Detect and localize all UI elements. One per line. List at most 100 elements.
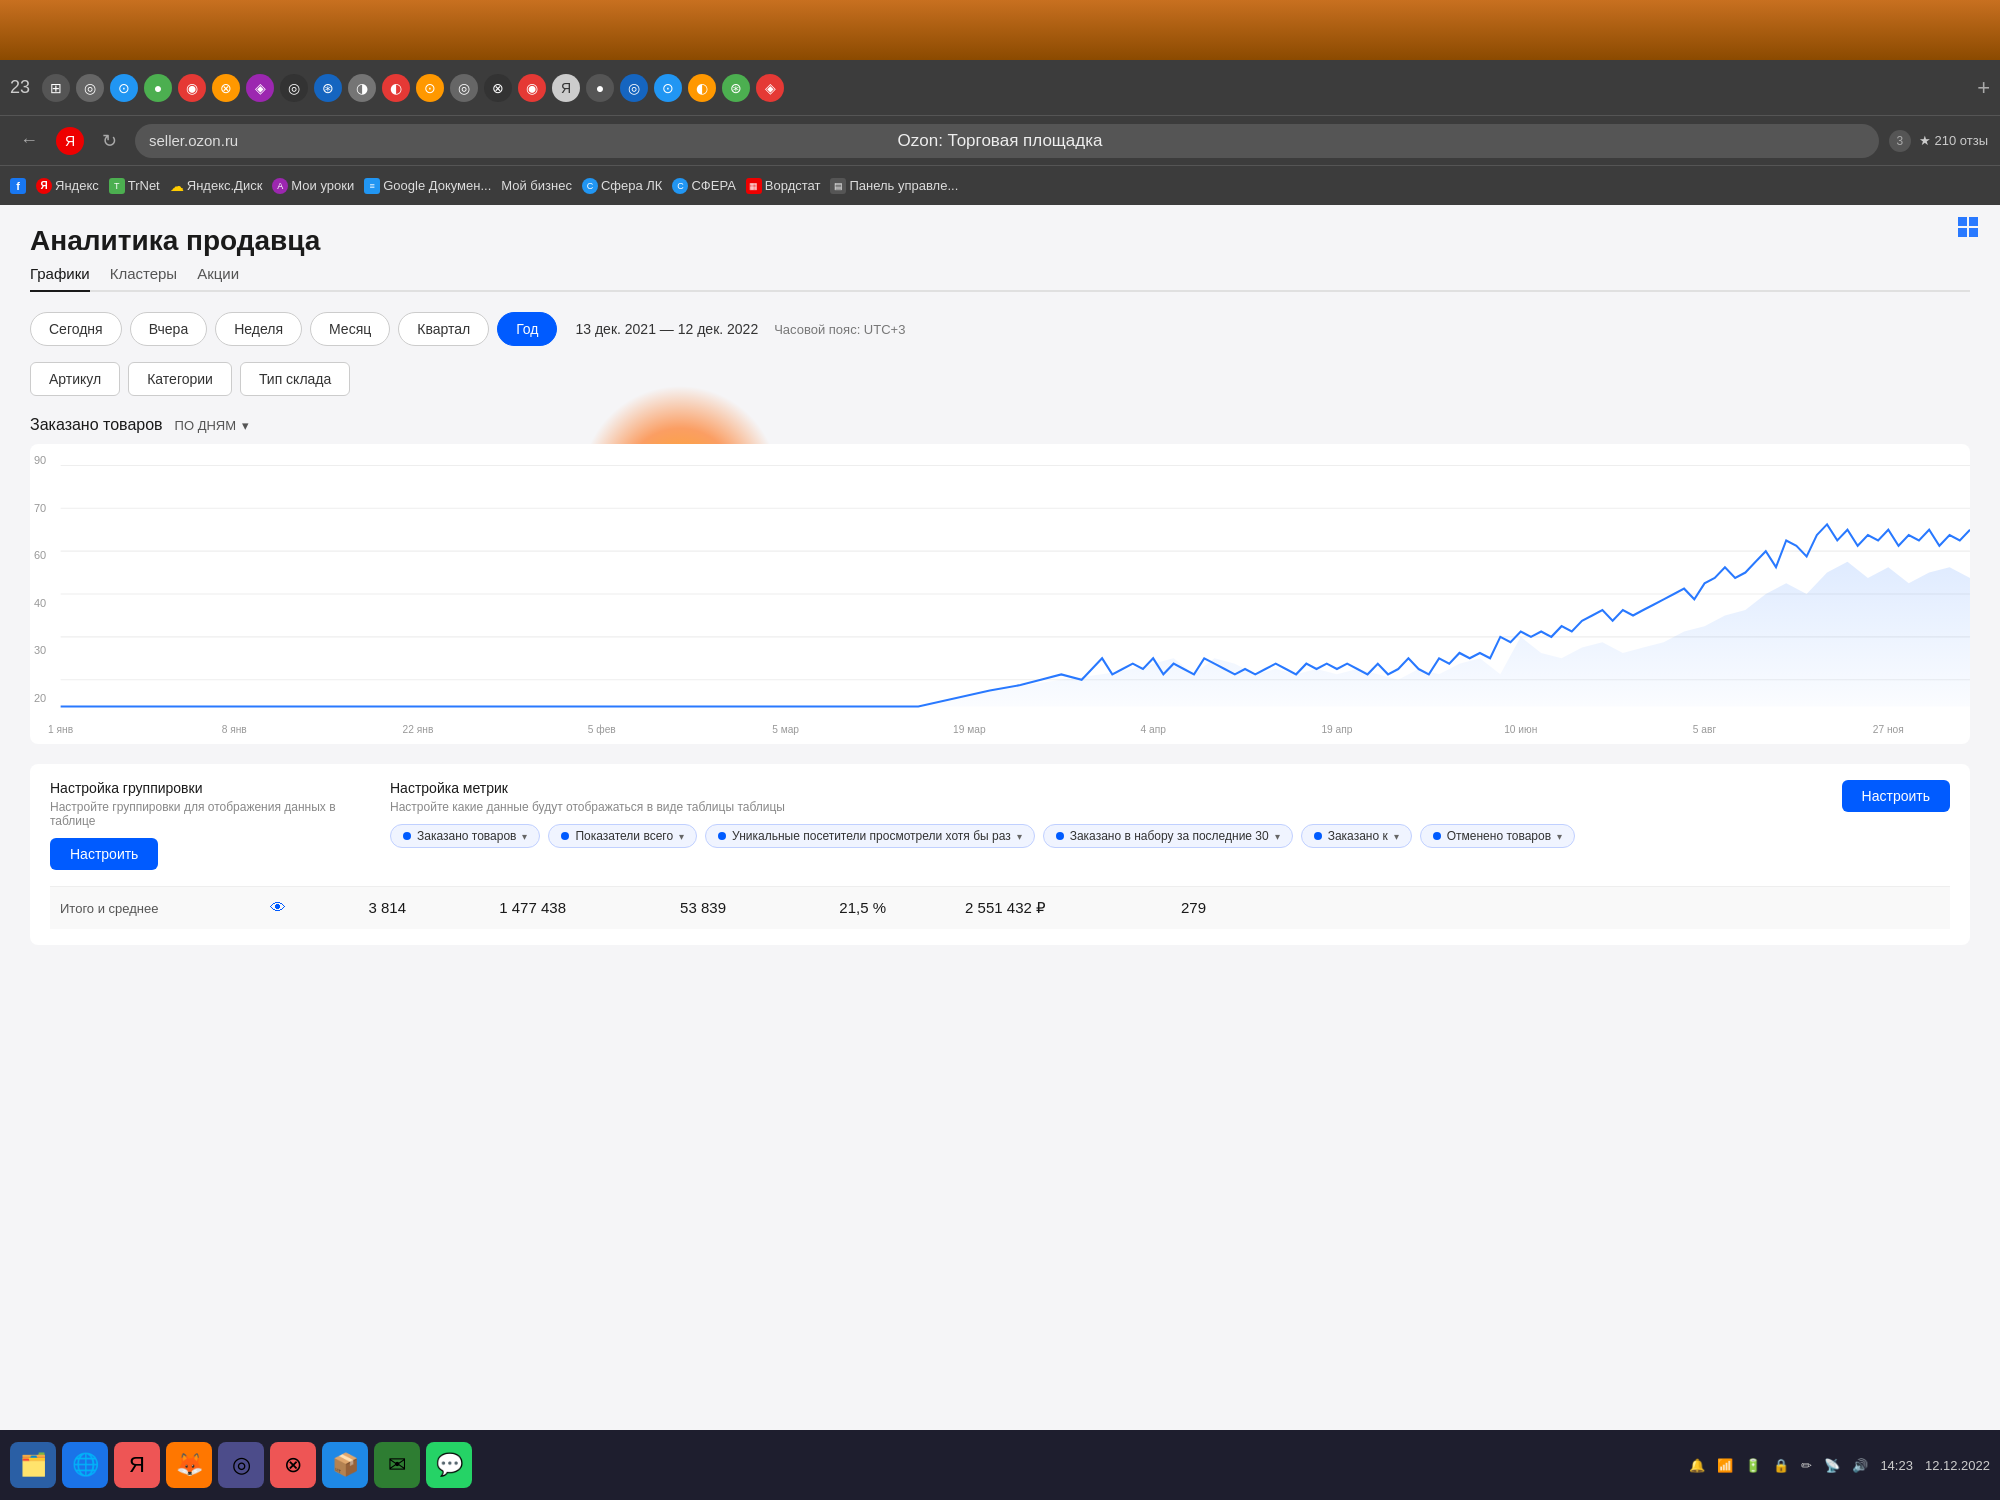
filter-quarter[interactable]: Квартал xyxy=(398,312,489,346)
bookmark-mylessons-label: Мои уроки xyxy=(291,178,354,193)
taskbar-app2[interactable]: ✉ xyxy=(374,1442,420,1488)
metric-chip-views[interactable]: Показатели всего ▾ xyxy=(548,824,697,848)
chip-arrow-3: ▾ xyxy=(1017,831,1022,842)
tab-icon-15[interactable]: ● xyxy=(586,74,614,102)
tab-icon-8[interactable]: ⊛ xyxy=(314,74,342,102)
tab-icon-13[interactable]: ⊗ xyxy=(484,74,512,102)
taskbar-yandex[interactable]: Я xyxy=(114,1442,160,1488)
taskbar-whatsapp[interactable]: 💬 xyxy=(426,1442,472,1488)
tab-clusters[interactable]: Кластеры xyxy=(110,265,178,290)
tab-icon-7[interactable]: ◎ xyxy=(280,74,308,102)
filter-categories[interactable]: Категории xyxy=(128,362,232,396)
taskbar-files[interactable]: 🗂️ xyxy=(10,1442,56,1488)
tab-icon-yandex[interactable]: Я xyxy=(552,74,580,102)
taskbar-firefox[interactable]: 🦊 xyxy=(166,1442,212,1488)
bookmark-sfera[interactable]: С СФЕРА xyxy=(672,178,735,194)
filter-year[interactable]: Год xyxy=(497,312,557,346)
period-chevron: ▾ xyxy=(242,418,249,433)
metrics-desc: Настройте какие данные будут отображатьс… xyxy=(390,800,1822,814)
tab-icon-10[interactable]: ◐ xyxy=(382,74,410,102)
tab-icon-17[interactable]: ⊙ xyxy=(654,74,682,102)
reviews-text: ★ 210 отзы xyxy=(1919,133,1988,148)
y-label-30: 30 xyxy=(34,644,46,656)
filter-article[interactable]: Артикул xyxy=(30,362,120,396)
taskbar-security-icon: 🔒 xyxy=(1773,1458,1789,1473)
browser-wrapper: 23 ⊞ ◎ ⊙ ● ◉ ⊗ ◈ ◎ ⊛ ◑ ◐ ⊙ ◎ ⊗ ◉ Я ● ◎ ⊙… xyxy=(0,60,2000,1430)
tab-icon-18[interactable]: ◐ xyxy=(688,74,716,102)
summary-label: Итого и среднее xyxy=(60,901,260,916)
metric-chip-revenue[interactable]: Заказано к ▾ xyxy=(1301,824,1412,848)
bookmark-trnet-label: TrNet xyxy=(128,178,160,193)
refresh-button[interactable]: ↻ xyxy=(94,126,125,156)
grouping-title: Настройка группировки xyxy=(50,780,370,796)
tab-icon-16[interactable]: ◎ xyxy=(620,74,648,102)
tab-icon-2[interactable]: ⊙ xyxy=(110,74,138,102)
tab-icon-12[interactable]: ◎ xyxy=(450,74,478,102)
tab-icon-19[interactable]: ⊛ xyxy=(722,74,750,102)
bookmark-panel[interactable]: ▤ Панель управле... xyxy=(830,178,958,194)
taskbar-browser2[interactable]: ◎ xyxy=(218,1442,264,1488)
tab-icon-14[interactable]: ◉ xyxy=(518,74,546,102)
filter-today[interactable]: Сегодня xyxy=(30,312,122,346)
svg-text:5 мар: 5 мар xyxy=(772,724,799,735)
tab-icon-5[interactable]: ⊗ xyxy=(212,74,240,102)
metric-chip-ordered[interactable]: Заказано товаров ▾ xyxy=(390,824,540,848)
tab-icon-1[interactable]: ◎ xyxy=(76,74,104,102)
mylessons-icon: А xyxy=(272,178,288,194)
metrics-settings: Настройка метрик Настройте какие данные … xyxy=(390,780,1822,848)
filter-week[interactable]: Неделя xyxy=(215,312,302,346)
tab-icon-3[interactable]: ● xyxy=(144,74,172,102)
taskbar-edit-icon: ✏ xyxy=(1801,1458,1812,1473)
camera-bar xyxy=(0,0,2000,60)
bookmark-facebook[interactable]: f xyxy=(10,178,26,194)
metric-chip-cart[interactable]: Заказано в набору за последние 30 ▾ xyxy=(1043,824,1293,848)
tab-count: 23 xyxy=(10,77,30,98)
grouping-configure-btn[interactable]: Настроить xyxy=(50,838,158,870)
bookmark-trnet[interactable]: T TrNet xyxy=(109,178,160,194)
main-content: Аналитика продавца Графики Кластеры Акци… xyxy=(0,205,2000,1430)
layout-toggle-icon[interactable] xyxy=(1956,215,1980,243)
tab-icon-11[interactable]: ⊙ xyxy=(416,74,444,102)
tab-icon-9[interactable]: ◑ xyxy=(348,74,376,102)
grouping-settings: Настройка группировки Настройте группиро… xyxy=(50,780,370,870)
metric-chip-cancelled[interactable]: Отменено товаров ▾ xyxy=(1420,824,1575,848)
filter-warehouse-type[interactable]: Тип склада xyxy=(240,362,350,396)
taskbar-opera[interactable]: ⊗ xyxy=(270,1442,316,1488)
bookmark-spheralk[interactable]: С Сфера ЛК xyxy=(582,178,663,194)
chart-title: Заказано товаров xyxy=(30,416,163,434)
gdocs-icon: ≡ xyxy=(364,178,380,194)
svg-text:27 ноя: 27 ноя xyxy=(1873,724,1904,735)
bookmark-wordstat-label: Вордстат xyxy=(765,178,821,193)
bookmark-mybiz[interactable]: Мой бизнес xyxy=(501,178,572,193)
back-button[interactable]: ← xyxy=(12,126,46,155)
wordstat-icon: ▦ xyxy=(746,178,762,194)
y-axis: 90 70 60 40 30 20 xyxy=(30,444,50,714)
svg-text:10 июн: 10 июн xyxy=(1504,724,1537,735)
taskbar-chrome[interactable]: 🌐 xyxy=(62,1442,108,1488)
tab-icon-4[interactable]: ◉ xyxy=(178,74,206,102)
nav-tabs: Графики Кластеры Акции xyxy=(30,265,1970,292)
tab-icon-6[interactable]: ◈ xyxy=(246,74,274,102)
tab-promotions[interactable]: Акции xyxy=(197,265,239,290)
bookmark-gdocs[interactable]: ≡ Google Докумен... xyxy=(364,178,491,194)
metric-chip-visitors[interactable]: Уникальные посетители просмотрели хотя б… xyxy=(705,824,1035,848)
timezone-label: Часовой пояс: UTC+3 xyxy=(774,322,905,337)
tab-graphs[interactable]: Графики xyxy=(30,265,90,290)
chart-section: Заказано товаров ПО ДНЯМ ▾ 90 70 60 40 3… xyxy=(30,416,1970,744)
summary-val-3: 53 839 xyxy=(626,899,726,917)
chart-period-selector[interactable]: ПО ДНЯМ ▾ xyxy=(175,418,249,433)
yandex-bookmark-icon: Я xyxy=(36,178,52,194)
tab-new-icon[interactable]: ⊞ xyxy=(42,74,70,102)
filter-yesterday[interactable]: Вчера xyxy=(130,312,208,346)
metrics-configure-btn[interactable]: Настроить xyxy=(1842,780,1950,812)
new-tab-plus[interactable]: + xyxy=(1977,75,1990,101)
filter-month[interactable]: Месяц xyxy=(310,312,390,346)
bookmark-yadisk[interactable]: ☁ Яндекс.Диск xyxy=(170,178,263,194)
bookmark-mylessons[interactable]: А Мои уроки xyxy=(272,178,354,194)
bookmark-wordstat[interactable]: ▦ Вордстат xyxy=(746,178,821,194)
facebook-icon: f xyxy=(10,178,26,194)
taskbar-app1[interactable]: 📦 xyxy=(322,1442,368,1488)
tab-icon-20[interactable]: ◈ xyxy=(756,74,784,102)
summary-eye-icon[interactable]: 👁 xyxy=(270,899,286,917)
bookmark-yandex[interactable]: Я Яндекс xyxy=(36,178,99,194)
